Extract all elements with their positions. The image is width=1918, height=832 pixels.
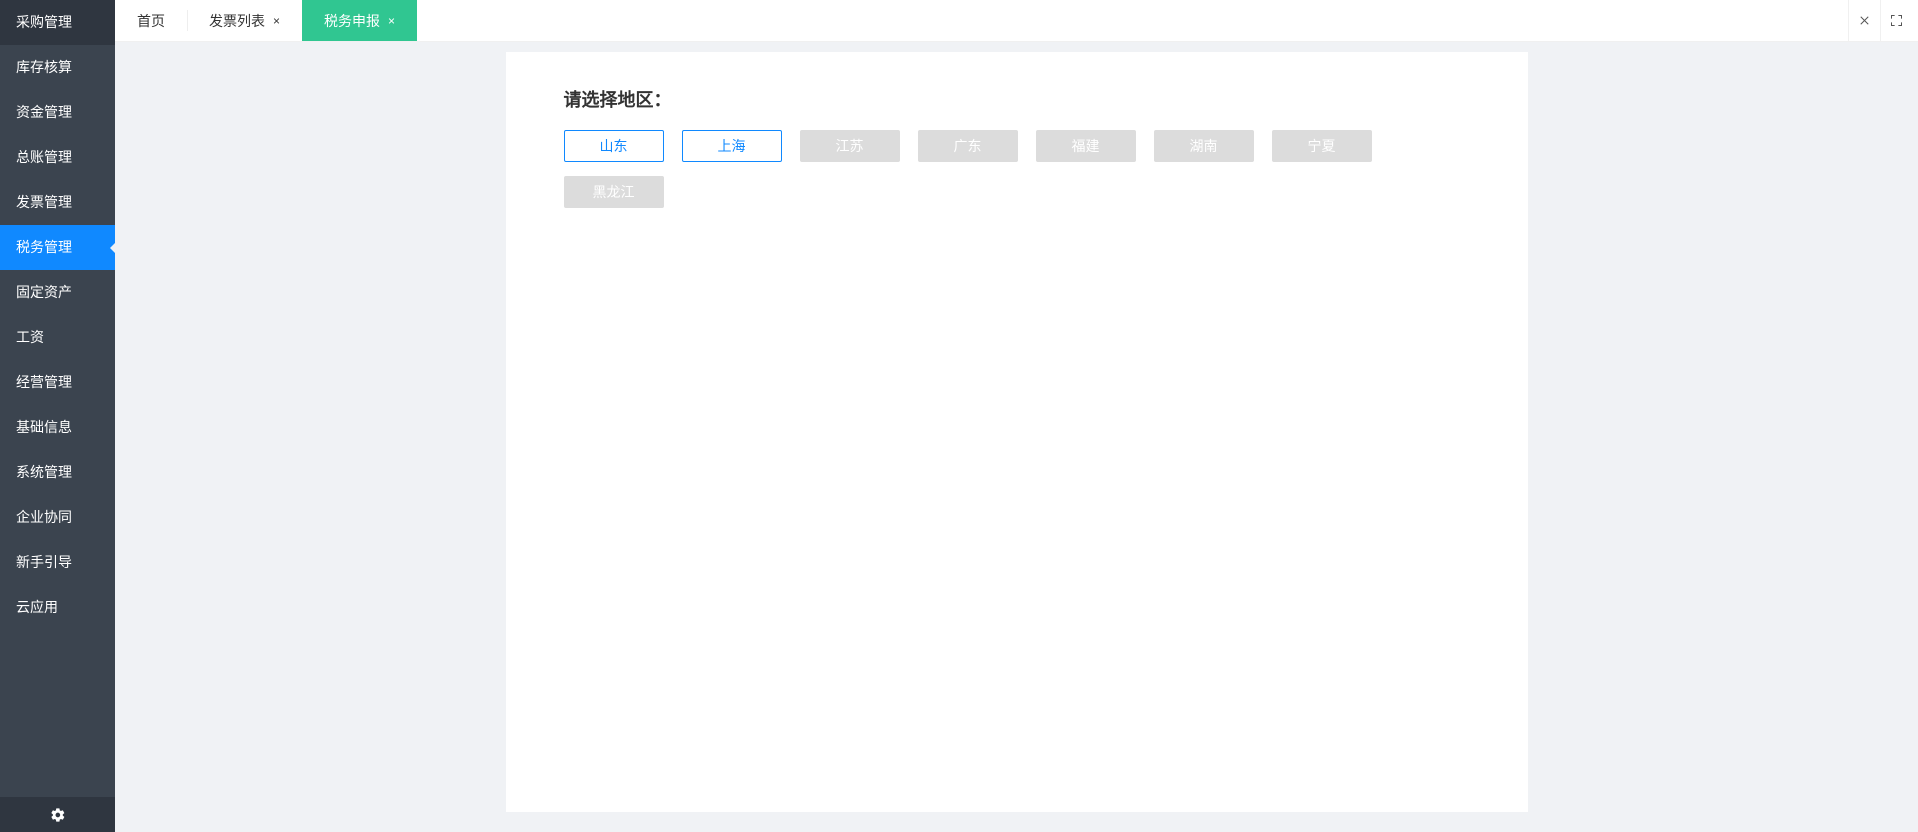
sidebar-item-label: 税务管理 [16,239,72,255]
region-button-3[interactable]: 广东 [918,130,1018,162]
sidebar-item-1[interactable]: 库存核算 [0,45,115,90]
tabs-container: 首页 发票列表 × 税务申报 × [115,0,1848,41]
sidebar-scroll: 采购管理库存核算资金管理总账管理发票管理税务管理固定资产工资经营管理基础信息系统… [0,0,115,797]
region-button-label: 黑龙江 [593,182,635,202]
close-icon [1857,13,1872,28]
content-wrap: 请选择地区： 山东 上海 江苏 广东 福建 湖南 宁夏黑龙江 [115,42,1918,832]
region-button-label: 上海 [718,136,746,156]
sidebar-item-13[interactable]: 云应用 [0,585,115,630]
main-area: 首页 发票列表 × 税务申报 × 请选择地区： 山东 上海 江苏 广东 福建 湖南 宁夏黑龙江 [115,0,1918,832]
sidebar-item-label: 新手引导 [16,554,72,570]
sidebar-item-label: 发票管理 [16,194,72,210]
sidebar-item-label: 总账管理 [16,149,72,165]
fullscreen-icon [1889,13,1904,28]
tab-label: 首页 [137,11,165,31]
sidebar-item-0[interactable]: 采购管理 [0,0,115,45]
sidebar-item-6[interactable]: 固定资产 [0,270,115,315]
tab-2[interactable]: 税务申报 × [302,0,417,41]
close-icon[interactable]: × [273,15,280,27]
tab-1[interactable]: 发票列表 × [187,0,302,41]
region-button-4[interactable]: 福建 [1036,130,1136,162]
close-icon[interactable]: × [388,15,395,27]
sidebar-item-10[interactable]: 系统管理 [0,450,115,495]
region-button-2[interactable]: 江苏 [800,130,900,162]
region-button-7[interactable]: 黑龙江 [564,176,664,208]
sidebar-item-5[interactable]: 税务管理 [0,225,115,270]
tab-label: 税务申报 [324,11,380,31]
fullscreen-button[interactable] [1880,0,1912,42]
sidebar-item-label: 云应用 [16,599,58,615]
sidebar-item-8[interactable]: 经营管理 [0,360,115,405]
sidebar-item-7[interactable]: 工资 [0,315,115,360]
sidebar-item-label: 经营管理 [16,374,72,390]
region-button-label: 江苏 [836,136,864,156]
sidebar-item-label: 固定资产 [16,284,72,300]
panel-title: 请选择地区： [564,86,1470,112]
sidebar-item-label: 资金管理 [16,104,72,120]
sidebar-item-12[interactable]: 新手引导 [0,540,115,585]
sidebar-item-9[interactable]: 基础信息 [0,405,115,450]
region-grid: 山东 上海 江苏 广东 福建 湖南 宁夏黑龙江 [564,130,1470,208]
sidebar-item-label: 企业协同 [16,509,72,525]
sidebar-item-label: 基础信息 [16,419,72,435]
region-button-5[interactable]: 湖南 [1154,130,1254,162]
sidebar-item-label: 库存核算 [16,59,72,75]
region-button-label: 广东 [954,136,982,156]
gear-icon [50,807,66,823]
sidebar-item-11[interactable]: 企业协同 [0,495,115,540]
tab-label: 发票列表 [209,11,265,31]
tabbar-actions [1848,0,1918,41]
region-select-panel: 请选择地区： 山东 上海 江苏 广东 福建 湖南 宁夏黑龙江 [506,52,1528,812]
sidebar: 采购管理库存核算资金管理总账管理发票管理税务管理固定资产工资经营管理基础信息系统… [0,0,115,832]
tabbar: 首页 发票列表 × 税务申报 × [115,0,1918,42]
sidebar-item-label: 工资 [16,329,44,345]
tab-0[interactable]: 首页 [115,0,187,41]
region-button-6[interactable]: 宁夏 [1272,130,1372,162]
region-button-label: 宁夏 [1308,136,1336,156]
region-button-label: 山东 [600,136,628,156]
region-button-0[interactable]: 山东 [564,130,664,162]
sidebar-settings-button[interactable] [0,797,115,832]
sidebar-item-2[interactable]: 资金管理 [0,90,115,135]
sidebar-item-label: 系统管理 [16,464,72,480]
tab-close-all-button[interactable] [1848,0,1880,42]
sidebar-item-3[interactable]: 总账管理 [0,135,115,180]
sidebar-item-4[interactable]: 发票管理 [0,180,115,225]
region-button-label: 福建 [1072,136,1100,156]
region-button-label: 湖南 [1190,136,1218,156]
sidebar-item-label: 采购管理 [16,14,72,30]
region-button-1[interactable]: 上海 [682,130,782,162]
